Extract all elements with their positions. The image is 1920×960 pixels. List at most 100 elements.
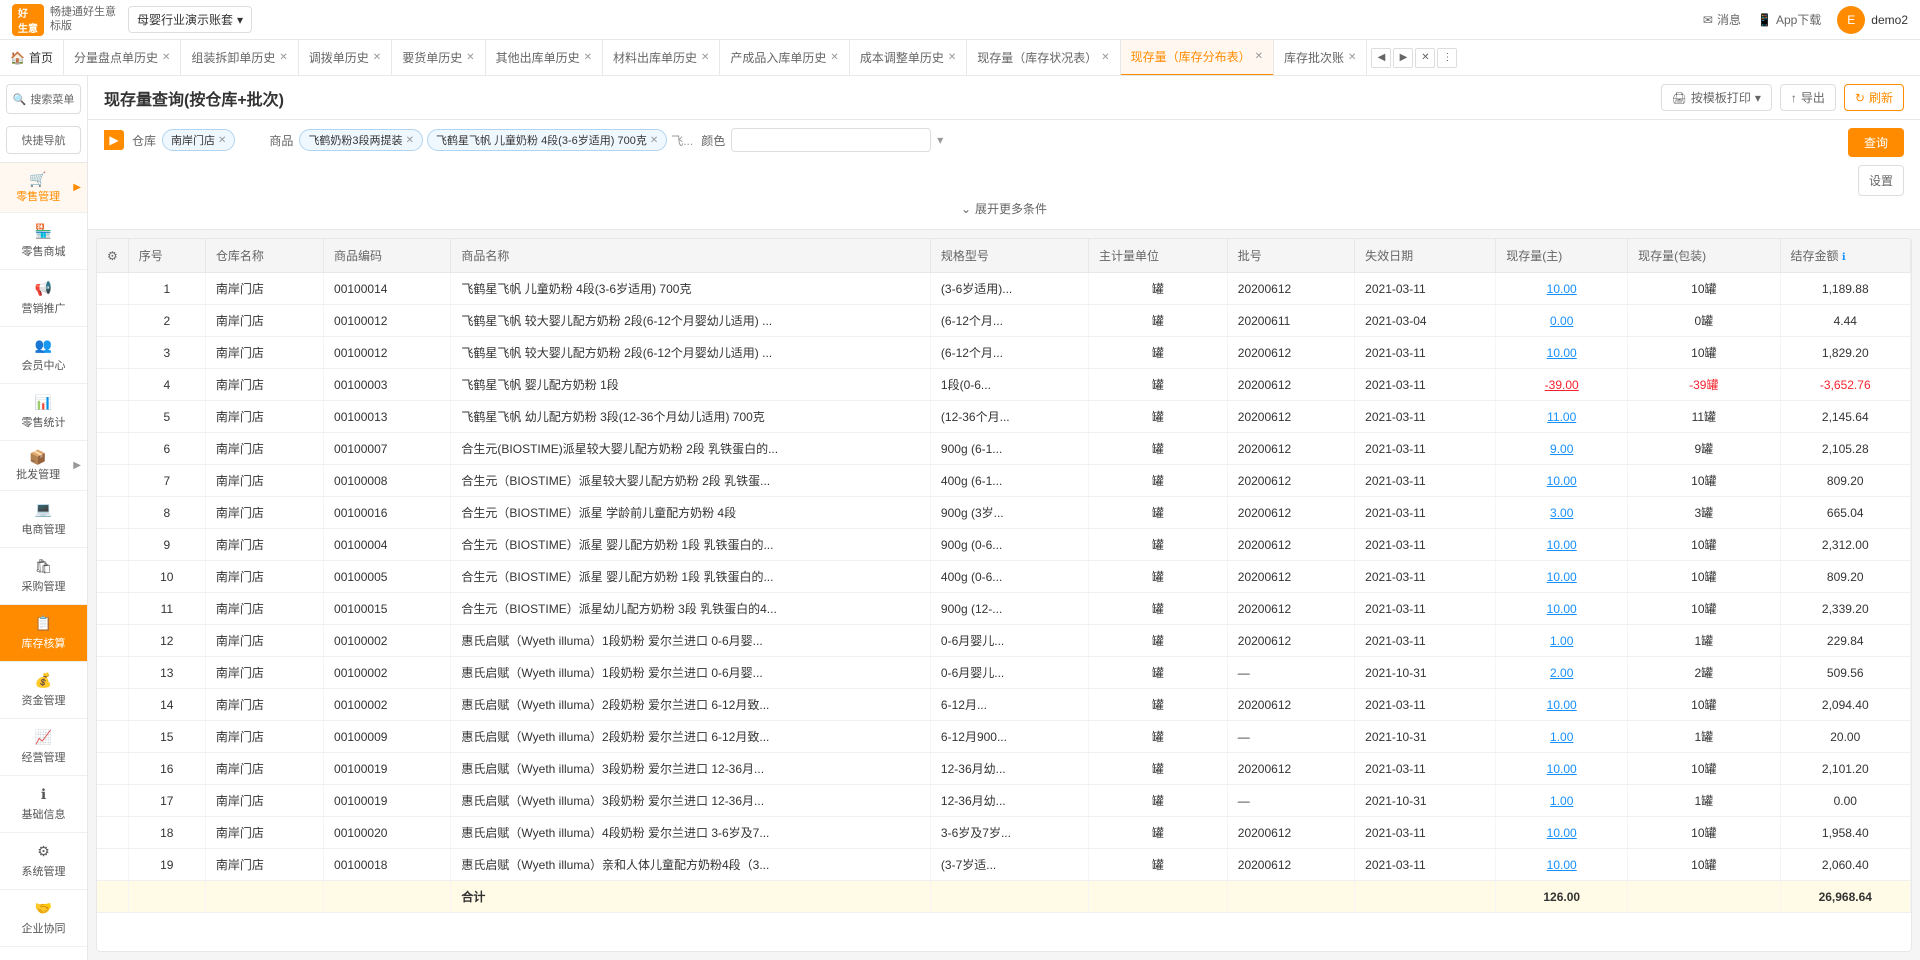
- sidebar-item-finance[interactable]: 💰 资金管理: [0, 662, 87, 719]
- cell-unit: 罐: [1089, 849, 1228, 881]
- cell-stock-pack: 10罐: [1628, 465, 1780, 497]
- tab-xian-cun-zhuang[interactable]: 现存量（库存状况表） ✕: [967, 40, 1120, 76]
- tab-ku-cun-pi[interactable]: 库存批次账 ✕: [1274, 40, 1367, 76]
- product-tag-1-remove[interactable]: ✕: [406, 135, 414, 146]
- sidebar-item-retail[interactable]: 🛒 零售管理 ▶: [0, 163, 87, 213]
- app-download-btn[interactable]: 📱 App下载: [1757, 11, 1821, 28]
- tab-scroll-right[interactable]: ▶: [1393, 48, 1413, 68]
- tab-home[interactable]: 🏠 首页: [0, 40, 64, 76]
- cell-stock-main[interactable]: 10.00: [1496, 849, 1628, 881]
- corp-icon: 🤝: [35, 900, 52, 917]
- tab-xian-cun-fen[interactable]: 现存量（库存分布表） ✕: [1121, 40, 1274, 76]
- tab-tiao-bo[interactable]: 调拨单历史 ✕: [299, 40, 392, 76]
- cell-stock-main[interactable]: 10.00: [1496, 337, 1628, 369]
- cell-stock-main[interactable]: 10.00: [1496, 273, 1628, 305]
- filter-expand-arrow[interactable]: ▶: [104, 130, 124, 150]
- quick-nav-btn[interactable]: 快捷导航: [6, 126, 81, 154]
- cell-stock-main[interactable]: 1.00: [1496, 785, 1628, 817]
- sidebar-item-ecom[interactable]: 💻 电商管理: [0, 491, 87, 548]
- tab-close-icon[interactable]: ✕: [830, 52, 838, 63]
- cell-stock-main[interactable]: -39.00: [1496, 369, 1628, 401]
- cell-stock-main[interactable]: 1.00: [1496, 625, 1628, 657]
- search-menu-btn[interactable]: 🔍 搜索菜单: [6, 84, 81, 114]
- chevron-down-icon2: ▾: [1755, 91, 1761, 105]
- cell-stock-main[interactable]: 10.00: [1496, 817, 1628, 849]
- sidebar-item-purchase[interactable]: 🛍 采购管理: [0, 548, 87, 605]
- cell-stock-main[interactable]: 10.00: [1496, 593, 1628, 625]
- setting-btn[interactable]: 设置: [1858, 165, 1904, 196]
- cell-settings: [97, 561, 128, 593]
- sidebar-item-wholesale[interactable]: 📦 批发管理 ▶: [0, 441, 87, 491]
- sidebar-item-inventory[interactable]: 📋 库存核算: [0, 605, 87, 662]
- warehouse-tag-remove[interactable]: ✕: [218, 135, 226, 146]
- table-container[interactable]: ⚙ 序号 仓库名称 商品编码 商品名称 规格型号 主计量单位 批号 失效日期 现…: [96, 238, 1912, 952]
- cell-stock-main[interactable]: 2.00: [1496, 657, 1628, 689]
- tab-close-icon[interactable]: ✕: [1348, 52, 1356, 63]
- tab-scroll-left[interactable]: ◀: [1371, 48, 1391, 68]
- page-title: 现存量查询(按仓库+批次): [104, 86, 284, 110]
- export-btn[interactable]: ↑ 导出: [1780, 84, 1836, 111]
- tab-cai-liao-chu[interactable]: 材料出库单历史 ✕: [603, 40, 720, 76]
- tab-chan-pin-ru[interactable]: 产成品入库单历史 ✕: [720, 40, 849, 76]
- th-settings[interactable]: ⚙: [97, 239, 128, 273]
- tab-cheng-ben[interactable]: 成本调整单历史 ✕: [850, 40, 967, 76]
- tab-close-icon[interactable]: ✕: [162, 52, 170, 63]
- tab-close-icon[interactable]: ✕: [1255, 51, 1263, 62]
- cell-settings: [97, 817, 128, 849]
- sidebar-item-operations[interactable]: 📈 经营管理: [0, 719, 87, 776]
- tab-menu[interactable]: ⋮: [1437, 48, 1457, 68]
- tab-close-icon[interactable]: ✕: [466, 52, 474, 63]
- cell-stock-main[interactable]: 11.00: [1496, 401, 1628, 433]
- refresh-btn[interactable]: ↻ 刷新: [1844, 84, 1904, 111]
- cell-stock-main[interactable]: 0.00: [1496, 305, 1628, 337]
- th-unit: 主计量单位: [1089, 239, 1228, 273]
- tab-qi-ta-chu[interactable]: 其他出库单历史 ✕: [486, 40, 603, 76]
- sidebar-item-guide[interactable]: 📖 新手引导: [0, 947, 87, 960]
- cell-stock-main[interactable]: 10.00: [1496, 689, 1628, 721]
- messages-btn[interactable]: ✉ 消息: [1703, 11, 1741, 28]
- settings-icon[interactable]: ⚙: [107, 249, 118, 263]
- table-row: 4 南岸门店 00100003 飞鹤星飞帆 婴儿配方奶粉 1段 1段(0-6..…: [97, 369, 1911, 401]
- tab-close-icon[interactable]: ✕: [584, 52, 592, 63]
- color-input[interactable]: [731, 128, 931, 152]
- sidebar-item-corp[interactable]: 🤝 企业协同: [0, 890, 87, 947]
- cell-expire: 2021-03-04: [1355, 305, 1496, 337]
- sidebar-item-system[interactable]: ⚙ 系统管理: [0, 833, 87, 890]
- cell-stock-main[interactable]: 10.00: [1496, 561, 1628, 593]
- sidebar-item-marketing[interactable]: 📢 营销推广: [0, 270, 87, 327]
- sidebar-item-store[interactable]: 🏪 零售商城: [0, 213, 87, 270]
- product-more[interactable]: 飞...: [671, 132, 693, 149]
- sidebar-item-stats[interactable]: 📊 零售统计: [0, 384, 87, 441]
- search-btn[interactable]: 查询: [1848, 128, 1904, 157]
- product-tag-2-remove[interactable]: ✕: [650, 135, 658, 146]
- tab-fen-pan[interactable]: 分量盘点单历史 ✕: [64, 40, 181, 76]
- account-selector[interactable]: 母婴行业演示账套 ▾: [128, 6, 252, 33]
- cell-stock-main[interactable]: 10.00: [1496, 529, 1628, 561]
- tab-close-icon[interactable]: ✕: [701, 52, 709, 63]
- cell-stock-pack: 0罐: [1628, 305, 1780, 337]
- tab-close-icon[interactable]: ✕: [373, 52, 381, 63]
- print-btn[interactable]: 🖨 按模板打印 ▾: [1661, 84, 1772, 111]
- user-area[interactable]: E demo2: [1837, 6, 1908, 34]
- cell-stock-main[interactable]: 10.00: [1496, 753, 1628, 785]
- cell-code: 00100016: [324, 497, 451, 529]
- cell-num: 11: [128, 593, 205, 625]
- tab-close-icon[interactable]: ✕: [948, 52, 956, 63]
- cell-stock-main[interactable]: 1.00: [1496, 721, 1628, 753]
- tab-close-icon[interactable]: ✕: [279, 52, 287, 63]
- cell-stock-main[interactable]: 3.00: [1496, 497, 1628, 529]
- cell-stock-main[interactable]: 9.00: [1496, 433, 1628, 465]
- table-row: 17 南岸门店 00100019 惠氏启赋（Wyeth illuma）3段奶粉 …: [97, 785, 1911, 817]
- tab-close-icon[interactable]: ✕: [1101, 52, 1109, 63]
- sidebar-item-member[interactable]: 👥 会员中心: [0, 327, 87, 384]
- expand-btn[interactable]: ⌄ 展开更多条件: [961, 200, 1047, 217]
- tab-close-all[interactable]: ✕: [1415, 48, 1435, 68]
- sidebar-item-base[interactable]: ℹ 基础信息: [0, 776, 87, 833]
- cell-stock-main[interactable]: 10.00: [1496, 465, 1628, 497]
- tab-yao-huo[interactable]: 要货单历史 ✕: [392, 40, 485, 76]
- cell-code: 00100003: [324, 369, 451, 401]
- search-icon: 🔍: [13, 93, 27, 106]
- cell-settings: [97, 497, 128, 529]
- tab-zu-chai[interactable]: 组装拆卸单历史 ✕: [181, 40, 298, 76]
- table-row: 8 南岸门店 00100016 合生元（BIOSTIME）派星 学龄前儿童配方奶…: [97, 497, 1911, 529]
